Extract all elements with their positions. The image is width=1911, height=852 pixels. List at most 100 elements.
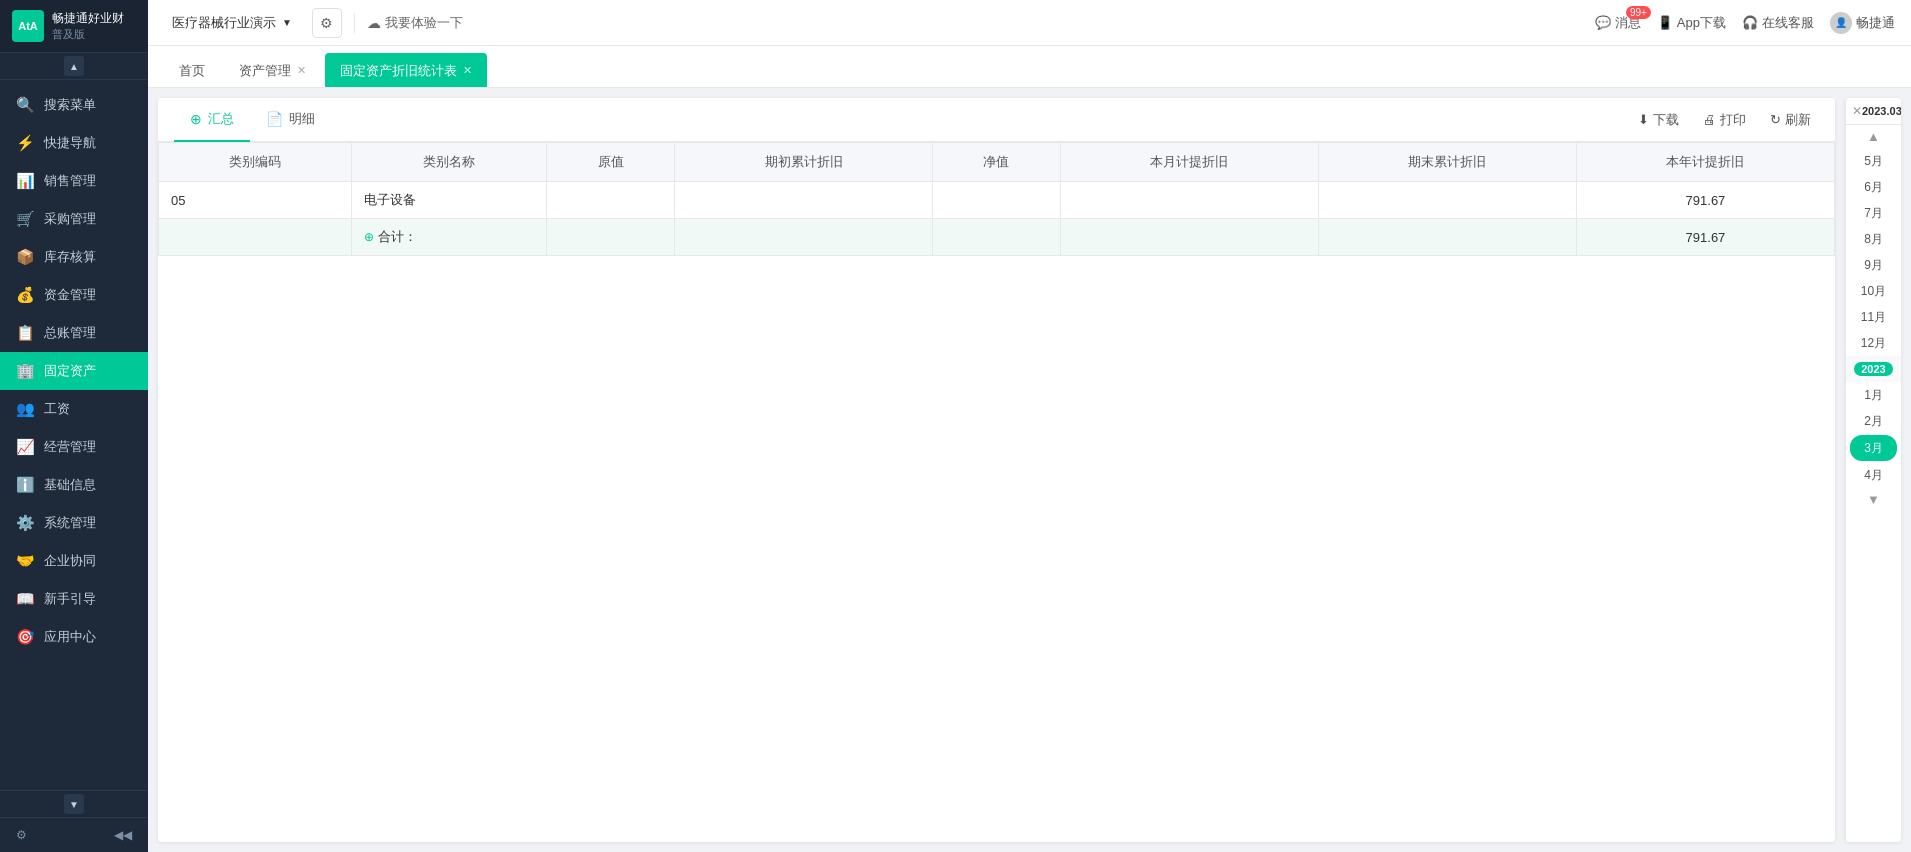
subtab-detail[interactable]: 📄 明细 [250, 98, 331, 142]
calendar-year-badge: 2023 [1854, 362, 1892, 376]
print-button[interactable]: 🖨 打印 [1695, 107, 1754, 133]
total-label-cell: ⊕ 合计： [351, 219, 546, 256]
col-header-annual-dep: 本年计提折旧 [1576, 143, 1834, 182]
app-download-btn[interactable]: 📱 App下载 [1657, 14, 1726, 32]
experience-button[interactable]: ☁ 我要体验一下 [367, 14, 463, 32]
subtab-summary[interactable]: ⊕ 汇总 [174, 98, 250, 142]
cell-net [933, 182, 1061, 219]
tab-asset-mgmt-close[interactable]: ✕ [297, 64, 306, 77]
cloud-icon: ☁ [367, 15, 381, 31]
content-area: ⊕ 汇总 📄 明细 ⬇ 下载 🖨 打印 [148, 88, 1911, 852]
cal-month-7[interactable]: 7月 [1846, 200, 1901, 226]
tab-depreciation-close[interactable]: ✕ [463, 64, 472, 77]
sidebar-settings-btn[interactable]: ⚙ [16, 828, 27, 842]
sidebar-item-apps[interactable]: 🎯 应用中心 [0, 618, 148, 656]
user-btn[interactable]: 👤 畅捷通 [1830, 12, 1895, 34]
company-selector[interactable]: 医疗器械行业演示 ▼ [164, 10, 300, 36]
sidebar-item-label: 资金管理 [44, 286, 96, 304]
col-header-name: 类别名称 [351, 143, 546, 182]
tab-home[interactable]: 首页 [164, 53, 220, 87]
app-download-label: App下载 [1677, 14, 1726, 32]
logo-label: 畅捷通好业财 普及版 [52, 10, 124, 42]
sidebar-item-label: 总账管理 [44, 324, 96, 342]
cal-month-2023-1[interactable]: 1月 [1846, 382, 1901, 408]
cell-code: 05 [159, 182, 352, 219]
sidebar-item-search[interactable]: 🔍 搜索菜单 [0, 86, 148, 124]
sidebar-scroll-up[interactable]: ▲ [64, 56, 84, 76]
cell-annual-dep: 791.67 [1576, 182, 1834, 219]
sidebar-collapse-btn[interactable]: ◀◀ [114, 828, 132, 842]
cal-month-2023-3[interactable]: 3月 [1850, 435, 1897, 461]
tab-depreciation-table[interactable]: 固定资产折旧统计表 ✕ [325, 53, 487, 87]
apps-icon: 🎯 [16, 628, 34, 646]
sidebar-item-label: 企业协同 [44, 552, 96, 570]
cal-month-9[interactable]: 9月 [1846, 252, 1901, 278]
topbar-right: 💬 消息 99+ 📱 App下载 🎧 在线客服 👤 畅捷通 [1595, 12, 1895, 34]
sidebar-item-fixed-assets[interactable]: 🏢 固定资产 [0, 352, 148, 390]
cal-month-6[interactable]: 6月 [1846, 174, 1901, 200]
summary-icon: ⊕ [190, 111, 202, 127]
sidebar-item-payroll[interactable]: 👥 工资 [0, 390, 148, 428]
cal-month-10[interactable]: 10月 [1846, 278, 1901, 304]
cal-month-2023-2[interactable]: 2月 [1846, 408, 1901, 434]
refresh-label: 刷新 [1785, 111, 1811, 129]
subtab-detail-label: 明细 [289, 110, 315, 128]
table-toolbar: ⬇ 下载 🖨 打印 ↻ 刷新 [1630, 107, 1819, 133]
company-name: 医疗器械行业演示 [172, 14, 276, 32]
cal-month-12[interactable]: 12月 [1846, 330, 1901, 356]
sidebar-item-label: 搜索菜单 [44, 96, 96, 114]
cal-month-2023-4[interactable]: 4月 [1846, 462, 1901, 488]
sidebar-item-purchase[interactable]: 🛒 采购管理 [0, 200, 148, 238]
headset-icon: 🎧 [1742, 15, 1758, 30]
tab-asset-mgmt[interactable]: 资产管理 ✕ [224, 53, 321, 87]
cell-name: 电子设备 [351, 182, 546, 219]
collapse-icon: ◀◀ [114, 828, 132, 842]
search-icon: 🔍 [16, 96, 34, 114]
sales-icon: 📊 [16, 172, 34, 190]
cal-month-5[interactable]: 5月 [1846, 148, 1901, 174]
col-header-end-dep: 期末累计折旧 [1318, 143, 1576, 182]
subtabs: ⊕ 汇总 📄 明细 ⬇ 下载 🖨 打印 [158, 98, 1835, 142]
sidebar-scroll-down[interactable]: ▼ [64, 794, 84, 814]
sidebar-item-enterprise[interactable]: 🤝 企业协同 [0, 542, 148, 580]
sidebar-item-system[interactable]: ⚙️ 系统管理 [0, 504, 148, 542]
sidebar-item-business[interactable]: 📈 经营管理 [0, 428, 148, 466]
col-header-monthly-dep: 本月计提折旧 [1060, 143, 1318, 182]
cal-month-8[interactable]: 8月 [1846, 226, 1901, 252]
sidebar-item-basic-info[interactable]: ℹ️ 基础信息 [0, 466, 148, 504]
col-header-code: 类别编码 [159, 143, 352, 182]
depreciation-table: 类别编码 类别名称 原值 期初累计折旧 净值 本月计提折旧 期末累计折旧 本年计… [158, 142, 1835, 256]
sidebar-footer: ⚙ ◀◀ [0, 817, 148, 852]
sidebar-item-ledger[interactable]: 📋 总账管理 [0, 314, 148, 352]
message-icon: 💬 [1595, 15, 1611, 30]
sidebar-item-finance[interactable]: 💰 资金管理 [0, 276, 148, 314]
guide-icon: 📖 [16, 590, 34, 608]
detail-icon: 📄 [266, 111, 283, 127]
enterprise-icon: 🤝 [16, 552, 34, 570]
inventory-icon: 📦 [16, 248, 34, 266]
ledger-icon: 📋 [16, 324, 34, 342]
avatar: 👤 [1830, 12, 1852, 34]
messages-btn[interactable]: 💬 消息 99+ [1595, 14, 1641, 32]
purchase-icon: 🛒 [16, 210, 34, 228]
table-wrapper: 类别编码 类别名称 原值 期初累计折旧 净值 本月计提折旧 期末累计折旧 本年计… [158, 142, 1835, 842]
col-header-original: 原值 [547, 143, 675, 182]
sidebar-item-inventory[interactable]: 📦 库存核算 [0, 238, 148, 276]
tab-depreciation-label: 固定资产折旧统计表 [340, 62, 457, 80]
refresh-button[interactable]: ↻ 刷新 [1762, 107, 1819, 133]
sidebar-item-sales[interactable]: 📊 销售管理 [0, 162, 148, 200]
download-button[interactable]: ⬇ 下载 [1630, 107, 1687, 133]
sidebar-item-quick-nav[interactable]: ⚡ 快捷导航 [0, 124, 148, 162]
business-icon: 📈 [16, 438, 34, 456]
topbar-settings-button[interactable]: ⚙ [312, 8, 342, 38]
calendar-nav-down[interactable]: ▼ [1846, 488, 1901, 511]
online-service-btn[interactable]: 🎧 在线客服 [1742, 14, 1814, 32]
logo-text-icon: AtA [18, 20, 38, 33]
total-label-text: 合计： [378, 228, 417, 246]
cal-month-11[interactable]: 11月 [1846, 304, 1901, 330]
sidebar-item-guide[interactable]: 📖 新手引导 [0, 580, 148, 618]
calendar-scroll-area[interactable]: ▲ 5月 6月 7月 8月 9月 10月 11月 12月 2023 1月 2月 … [1846, 125, 1901, 842]
calendar-nav-up[interactable]: ▲ [1846, 125, 1901, 148]
print-label: 打印 [1720, 111, 1746, 129]
calendar-close-btn[interactable]: ✕ [1852, 104, 1862, 118]
